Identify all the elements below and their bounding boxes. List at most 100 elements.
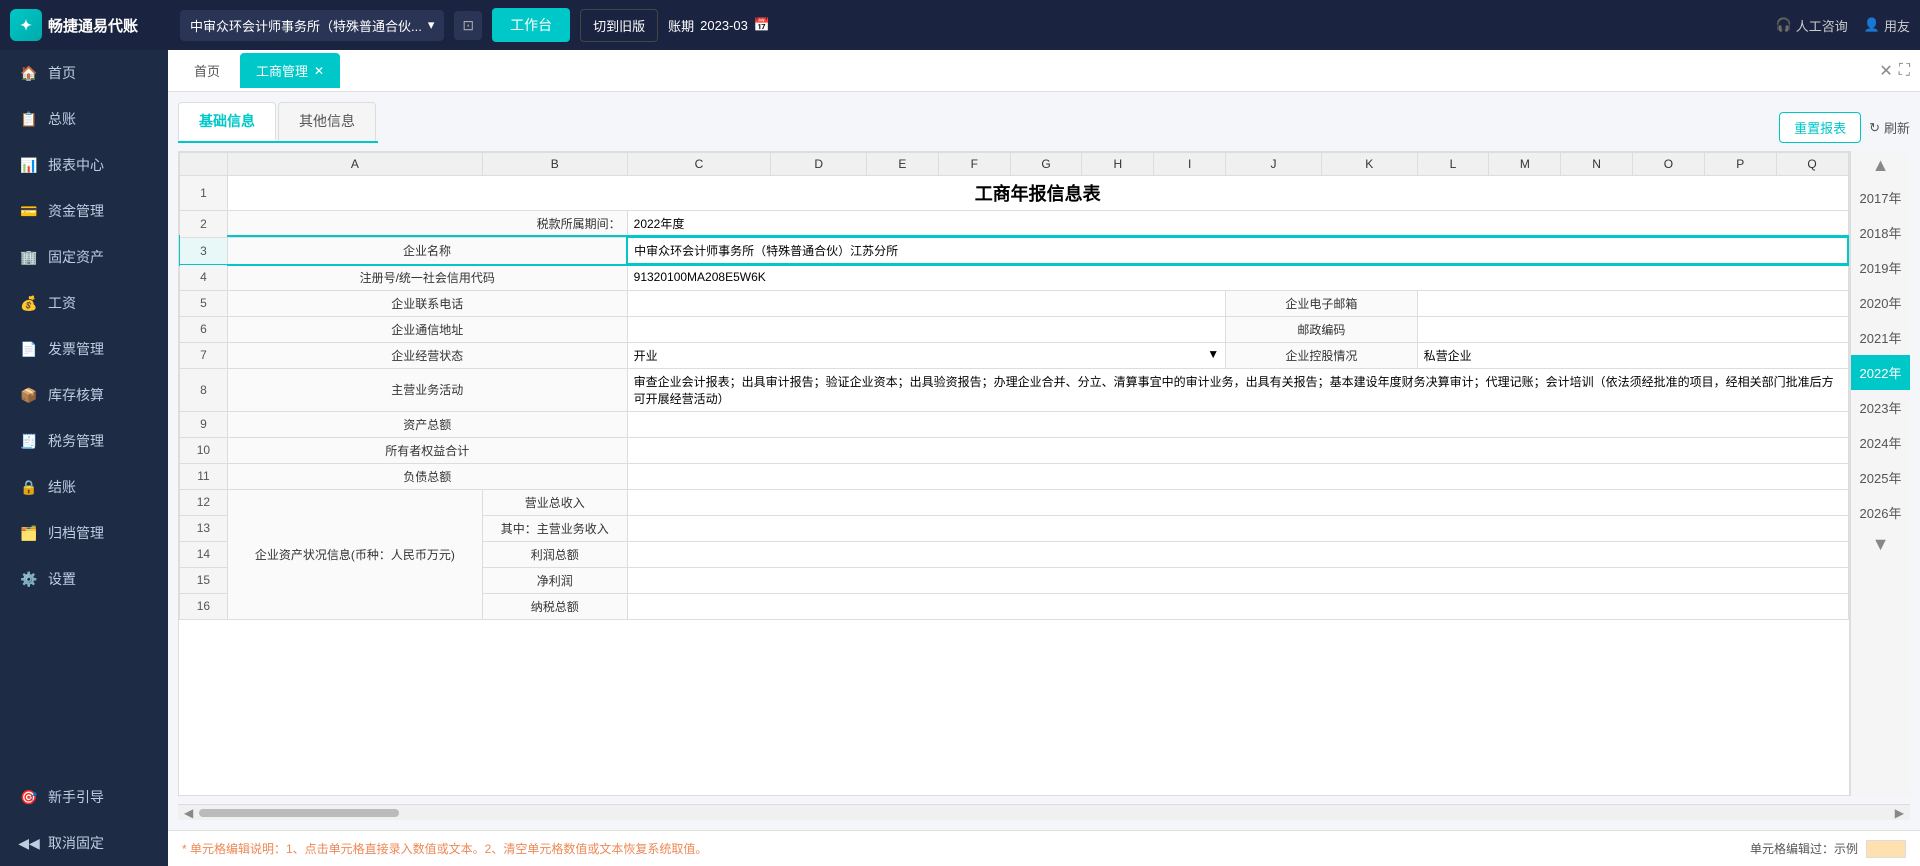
sidebar-item-invoice[interactable]: 📄 发票管理 bbox=[0, 326, 168, 372]
report-icon: 📊 bbox=[20, 156, 38, 174]
year-scroll-down-button[interactable]: ▼ bbox=[1868, 530, 1894, 559]
year-scroll-up-button[interactable]: ▲ bbox=[1868, 151, 1894, 180]
revenue-value[interactable] bbox=[627, 489, 1848, 515]
hscroll-bar[interactable]: ◀ ▶ bbox=[178, 804, 1910, 820]
sub-tab-other[interactable]: 其他信息 bbox=[278, 102, 376, 141]
year-2018[interactable]: 2018年 bbox=[1851, 215, 1910, 250]
sidebar-item-tax[interactable]: 🧾 税务管理 bbox=[0, 418, 168, 464]
period-value-cell[interactable]: 2022年度 bbox=[627, 211, 1848, 238]
tab-close-icon[interactable]: ✕ bbox=[314, 64, 324, 78]
title-cell[interactable]: 工商年报信息表 bbox=[227, 176, 1848, 211]
sidebar-item-inventory[interactable]: 📦 库存核算 bbox=[0, 372, 168, 418]
tab-business[interactable]: 工商管理 ✕ bbox=[240, 53, 340, 88]
year-2025[interactable]: 2025年 bbox=[1851, 460, 1910, 495]
table-row: 1 工商年报信息表 bbox=[180, 176, 1849, 211]
tab-home[interactable]: 首页 bbox=[178, 53, 236, 88]
year-2021[interactable]: 2021年 bbox=[1851, 320, 1910, 355]
assets-value[interactable] bbox=[627, 411, 1848, 437]
col-i: I bbox=[1154, 153, 1226, 176]
corner-cell bbox=[180, 153, 228, 176]
sidebar-item-unpin[interactable]: ◀◀ 取消固定 bbox=[0, 820, 168, 866]
holding-value[interactable]: 私营企业 bbox=[1417, 342, 1848, 368]
close-account-icon: 🔒 bbox=[20, 478, 38, 496]
phone-value[interactable] bbox=[627, 290, 1225, 316]
user-label: 用友 bbox=[1884, 16, 1910, 35]
sub-tab-basic[interactable]: 基础信息 bbox=[178, 102, 276, 141]
row-num-8: 8 bbox=[180, 368, 228, 411]
sidebar-label-settings: 设置 bbox=[48, 569, 76, 589]
chevron-down-icon: ▾ bbox=[428, 17, 435, 33]
dropdown-icon[interactable]: ▼ bbox=[1207, 347, 1219, 361]
equity-label: 所有者权益合计 bbox=[227, 437, 627, 463]
sidebar-item-close[interactable]: 🔒 结账 bbox=[0, 464, 168, 510]
year-2024[interactable]: 2024年 bbox=[1851, 425, 1910, 460]
row-num-5: 5 bbox=[180, 290, 228, 316]
col-p: P bbox=[1704, 153, 1776, 176]
old-version-button[interactable]: 切到旧版 bbox=[580, 9, 658, 42]
email-value[interactable] bbox=[1417, 290, 1848, 316]
close-window-button[interactable]: ✕ bbox=[1879, 61, 1892, 81]
workbench-button[interactable]: 工作台 bbox=[492, 8, 570, 42]
sidebar-item-archive[interactable]: 🗂️ 归档管理 bbox=[0, 510, 168, 556]
year-2023[interactable]: 2023年 bbox=[1851, 390, 1910, 425]
company-selector[interactable]: 中审众环会计师事务所（特殊普通合伙... ▾ bbox=[180, 10, 444, 41]
sidebar-label-salary: 工资 bbox=[48, 293, 76, 313]
company-name-value[interactable]: 中审众环会计师事务所（特殊普通合伙）江苏分所 bbox=[627, 237, 1848, 264]
revenue-label: 营业总收入 bbox=[482, 489, 627, 515]
address-value[interactable] bbox=[627, 316, 1225, 342]
reset-report-button[interactable]: 重置报表 bbox=[1779, 112, 1861, 143]
profit-value[interactable] bbox=[627, 541, 1848, 567]
sidebar-item-guide[interactable]: 🎯 新手引导 bbox=[0, 774, 168, 820]
hscroll-right-button[interactable]: ▶ bbox=[1889, 804, 1910, 820]
resize-window-button[interactable]: ⛶ bbox=[1899, 62, 1910, 80]
table-row: 11 负债总额 bbox=[180, 463, 1849, 489]
year-2026[interactable]: 2026年 bbox=[1851, 495, 1910, 530]
sidebar-item-home[interactable]: 🏠 首页 bbox=[0, 50, 168, 96]
user-button[interactable]: 👤 用友 bbox=[1864, 16, 1910, 35]
sidebar-item-fund[interactable]: 💳 资金管理 bbox=[0, 188, 168, 234]
main-biz-value[interactable]: 审查企业会计报表；出具审计报告；验证企业资本；出具验资报告；办理企业合并、分立、… bbox=[627, 368, 1848, 411]
sidebar-item-settings[interactable]: ⚙️ 设置 bbox=[0, 556, 168, 602]
year-panel: ▲ 2017年 2018年 2019年 2020年 2021年 2022年 20… bbox=[1850, 151, 1910, 796]
biz-status-label: 企业经营状态 bbox=[227, 342, 627, 368]
topbar: ✦ 畅捷通易代账 中审众环会计师事务所（特殊普通合伙... ▾ ⊡ 工作台 切到… bbox=[0, 0, 1920, 50]
sidebar-item-asset[interactable]: 🏢 固定资产 bbox=[0, 234, 168, 280]
sidebar-label-home: 首页 bbox=[48, 63, 76, 83]
email-label: 企业电子邮箱 bbox=[1226, 290, 1418, 316]
col-a: A bbox=[227, 153, 482, 176]
row-num-4: 4 bbox=[180, 264, 228, 290]
equity-value[interactable] bbox=[627, 437, 1848, 463]
net-profit-value[interactable] bbox=[627, 567, 1848, 593]
sidebar-item-salary[interactable]: 💰 工资 bbox=[0, 280, 168, 326]
ledger-icon: 📋 bbox=[20, 110, 38, 128]
main-revenue-label: 其中：主营业务收入 bbox=[482, 515, 627, 541]
biz-status-value[interactable]: 开业 ▼ bbox=[627, 342, 1225, 368]
year-2020[interactable]: 2020年 bbox=[1851, 285, 1910, 320]
postcode-value[interactable] bbox=[1417, 316, 1848, 342]
year-2017[interactable]: 2017年 bbox=[1851, 180, 1910, 215]
tax-total-value[interactable] bbox=[627, 593, 1848, 619]
sidebar-item-report[interactable]: 📊 报表中心 bbox=[0, 142, 168, 188]
copy-button[interactable]: ⊡ bbox=[454, 11, 482, 40]
hscroll-thumb[interactable] bbox=[199, 809, 399, 817]
main-revenue-value[interactable] bbox=[627, 515, 1848, 541]
liabilities-value[interactable] bbox=[627, 463, 1848, 489]
table-row: 10 所有者权益合计 bbox=[180, 437, 1849, 463]
col-b: B bbox=[482, 153, 627, 176]
sidebar-item-ledger[interactable]: 📋 总账 bbox=[0, 96, 168, 142]
tabs-bar: 首页 工商管理 ✕ ✕ ⛶ bbox=[168, 50, 1920, 92]
refresh-button[interactable]: ↻ 刷新 bbox=[1869, 118, 1910, 137]
service-label: 人工咨询 bbox=[1796, 16, 1848, 35]
service-button[interactable]: 🎧 人工咨询 bbox=[1776, 16, 1848, 35]
hscroll-left-button[interactable]: ◀ bbox=[178, 804, 199, 820]
invoice-icon: 📄 bbox=[20, 340, 38, 358]
reg-code-value[interactable]: 91320100MA208E5W6K bbox=[627, 264, 1848, 290]
row-num-6: 6 bbox=[180, 316, 228, 342]
content-area: 首页 工商管理 ✕ ✕ ⛶ 基础信息 其他信息 bbox=[168, 50, 1920, 866]
app-logo: ✦ 畅捷通易代账 bbox=[10, 9, 170, 41]
row-num-10: 10 bbox=[180, 437, 228, 463]
year-2022[interactable]: 2022年 bbox=[1851, 355, 1910, 390]
sidebar-label-tax: 税务管理 bbox=[48, 431, 104, 451]
year-2019[interactable]: 2019年 bbox=[1851, 250, 1910, 285]
calendar-icon[interactable]: 📅 bbox=[754, 17, 770, 33]
